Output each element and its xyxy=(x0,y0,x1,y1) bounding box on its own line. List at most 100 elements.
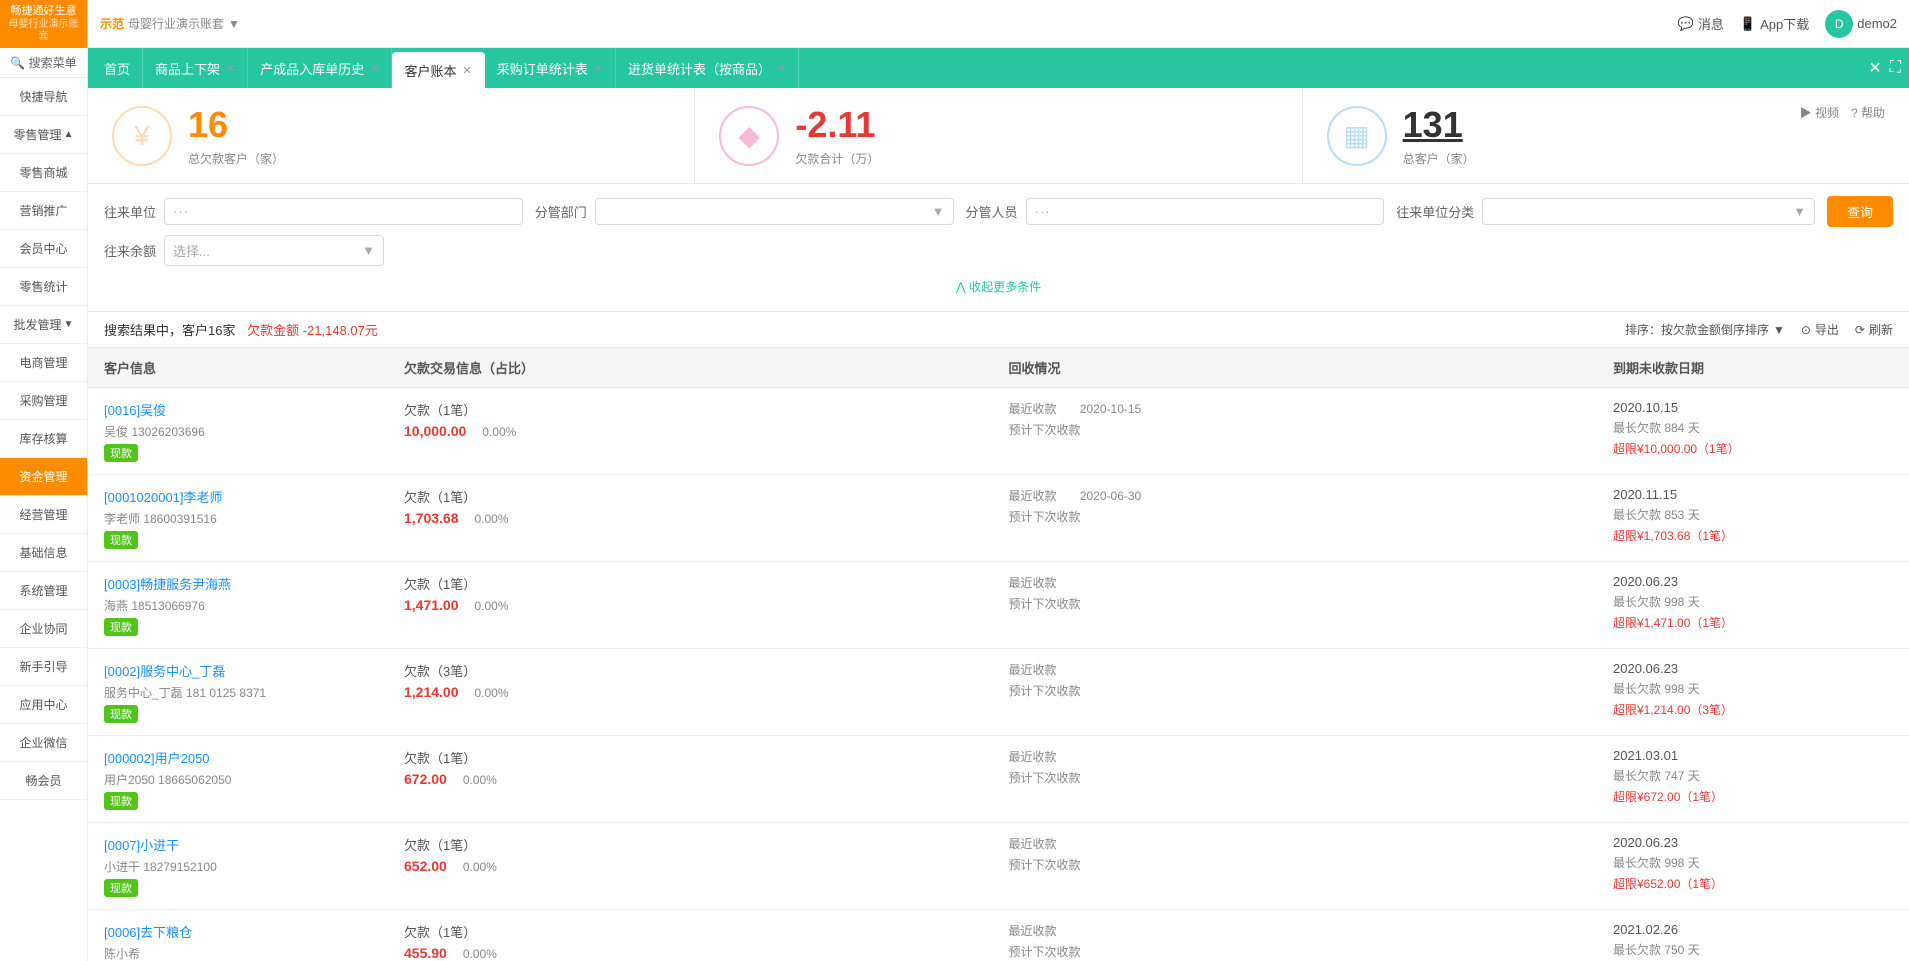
close-icon[interactable]: ✕ xyxy=(226,62,235,75)
overdue-0016: 2020.10.15 最长欠款 884 天 超限¥10,000.00（1笔） xyxy=(1613,400,1893,457)
sidebar-item-newbie[interactable]: 新手引导 xyxy=(0,648,87,686)
sort-label[interactable]: 排序：按欠款金额倒序排序 ▼ xyxy=(1625,321,1785,338)
result-debt-total: 欠款金额 -21,148.07元 xyxy=(247,323,378,338)
overdue-amount-0007[interactable]: 超限¥652.00（1笔） xyxy=(1613,875,1893,892)
recent-collect-0003: 最近收款 xyxy=(1009,574,1614,591)
sidebar: 畅捷通好生意 母婴行业演示账套 🔍 搜索菜单 快捷导航 零售管理 ▲ 零售商城 … xyxy=(0,0,88,961)
sidebar-item-ecom-mgmt[interactable]: 电商管理 xyxy=(0,344,87,382)
tabs-expand-icon[interactable]: ⛶ xyxy=(1890,59,1901,77)
search-menu[interactable]: 🔍 搜索菜单 xyxy=(0,48,87,78)
tab-purchase-order-stats[interactable]: 采购订单统计表 ✕ xyxy=(485,48,616,88)
debt-percent-0007: 0.00% xyxy=(463,860,497,874)
debt-percent-0006: 0.00% xyxy=(463,947,497,961)
sidebar-item-retail-mgmt[interactable]: 零售管理 ▲ xyxy=(0,116,87,154)
sidebar-item-app-center[interactable]: 应用中心 xyxy=(0,686,87,724)
overdue-days-0006: 最长欠款 750 天 xyxy=(1613,941,1893,958)
sidebar-item-biz-mgmt[interactable]: 经营管理 xyxy=(0,496,87,534)
filter-manager-input[interactable]: ··· xyxy=(1026,198,1385,225)
search-button[interactable]: 查询 xyxy=(1827,196,1893,227)
export-btn[interactable]: ⊙ 导出 xyxy=(1801,321,1839,338)
close-icon-purchase[interactable]: ✕ xyxy=(594,62,603,75)
customer-phone-0002: 服务中心_丁磊 181 0125 8371 xyxy=(104,684,404,701)
tab-home[interactable]: 首页 xyxy=(92,48,143,88)
customer-name-0016[interactable]: [0016]吴俊 xyxy=(104,400,404,419)
filter-balance-select[interactable]: 选择... ▼ xyxy=(164,235,384,266)
filter-dept: 分管部门 ▼ xyxy=(535,198,954,225)
filter-from-unit-label: 往来单位 xyxy=(104,202,156,221)
filter-row-1: 往来单位 ··· 分管部门 ▼ 分管人员 ··· 往来单位分类 xyxy=(104,196,1893,227)
chevron-down-balance: ▼ xyxy=(362,243,375,258)
collapse-icon: ⋀ xyxy=(956,280,966,294)
close-icon-purchase2[interactable]: ✕ xyxy=(777,62,786,75)
customer-name-0003[interactable]: [0003]畅捷服务尹海燕 xyxy=(104,574,404,593)
overdue-amount-0003[interactable]: 超限¥1,471.00（1笔） xyxy=(1613,614,1893,631)
customer-name-0002[interactable]: [0002]服务中心_丁磊 xyxy=(104,661,404,680)
refresh-label: 刷新 xyxy=(1869,321,1893,338)
tabs-bar-right: ✕ ⛶ xyxy=(1868,58,1909,78)
sidebar-item-vip[interactable]: 畅会员 xyxy=(0,762,87,800)
help-btn[interactable]: ? 帮助 xyxy=(1851,104,1885,121)
sidebar-item-inventory[interactable]: 库存核算 xyxy=(0,420,87,458)
overdue-days-0002: 最长欠款 998 天 xyxy=(1613,680,1893,697)
customer-phone-0006: 陈小希 xyxy=(104,945,404,961)
app-logo: 畅捷通好生意 母婴行业演示账套 xyxy=(0,0,87,48)
overdue-amount-00010200001[interactable]: 超限¥1,703.68（1笔） xyxy=(1613,527,1893,544)
video-btn[interactable]: ▶ 视频 xyxy=(1800,104,1839,121)
refresh-btn[interactable]: ⟳ 刷新 xyxy=(1855,321,1893,338)
overdue-amount-0002[interactable]: 超限¥1,214.00（3笔） xyxy=(1613,701,1893,718)
customer-phone-00010200001: 李老师 18600391516 xyxy=(104,510,404,527)
tab-inventory-history[interactable]: 产成品入库单历史 ✕ xyxy=(248,48,392,88)
overdue-amount-0016[interactable]: 超限¥10,000.00（1笔） xyxy=(1613,440,1893,457)
sidebar-item-enterprise[interactable]: 企业协同 xyxy=(0,610,87,648)
debt-percent-0002: 0.00% xyxy=(475,686,509,700)
debt-amount-0002: 1,214.00 xyxy=(404,684,459,700)
overdue-amount-000002[interactable]: 超限¥672.00（1笔） xyxy=(1613,788,1893,805)
debt-amount-0003: 1,471.00 xyxy=(404,597,459,613)
result-text: 搜索结果中，客户16家 欠款金额 -21,148.07元 xyxy=(104,320,378,339)
debt-count-0007: 欠款（1笔） xyxy=(404,835,1009,854)
customer-name-0006[interactable]: [0006]去下粮仓 xyxy=(104,922,404,941)
filter-unit-category-input[interactable]: ▼ xyxy=(1482,198,1815,225)
filter-from-unit-input[interactable]: ··· xyxy=(164,198,523,225)
tab-product-listing[interactable]: 商品上下架 ✕ xyxy=(143,48,248,88)
collapse-button[interactable]: ⋀ 收起更多条件 xyxy=(104,274,1893,299)
customer-tag-0016: 现款 xyxy=(104,444,138,462)
tabs-close-all-icon[interactable]: ✕ xyxy=(1868,58,1881,78)
customer-name-000002[interactable]: [000002]用户2050 xyxy=(104,748,404,767)
customer-phone-0003: 海燕 18513066976 xyxy=(104,597,404,614)
table-header: 客户信息 欠款交易信息（占比） 回收情况 到期未收款日期 xyxy=(88,348,1909,388)
message-btn[interactable]: 💬 消息 xyxy=(1678,14,1724,33)
sidebar-item-marketing[interactable]: 营销推广 xyxy=(0,192,87,230)
debt-count-0006: 欠款（1笔） xyxy=(404,922,1009,941)
stat-card-total-customers: ▦ 131 总客户（家） ▶ 视频 ? 帮助 xyxy=(1303,88,1909,183)
tab-home-label: 首页 xyxy=(104,59,130,78)
sidebar-item-retail-stats[interactable]: 零售统计 xyxy=(0,268,87,306)
debt-count-0002: 欠款（3笔） xyxy=(404,661,1009,680)
filter-dept-input[interactable]: ▼ xyxy=(595,198,954,225)
user-avatar[interactable]: D demo2 xyxy=(1825,10,1897,38)
customer-info-000002: [000002]用户2050 用户2050 18665062050 现款 xyxy=(104,748,404,810)
debt-count-0016: 欠款（1笔） xyxy=(404,400,1009,419)
sidebar-item-quick-nav-label: 快捷导航 xyxy=(19,90,67,104)
tab-customer-account[interactable]: 客户账本 ✕ xyxy=(392,52,484,88)
customer-name-0007[interactable]: [0007]小进干 xyxy=(104,835,404,854)
app-download-btn[interactable]: 📱 App下载 xyxy=(1740,14,1809,33)
close-icon-customer[interactable]: ✕ xyxy=(463,64,472,77)
collection-0016: 最近收款 2020-10-15 预计下次收款 xyxy=(1009,400,1614,438)
sidebar-item-purchase-mgmt[interactable]: 采购管理 xyxy=(0,382,87,420)
overdue-days-0007: 最长欠款 998 天 xyxy=(1613,854,1893,871)
close-icon-inventory[interactable]: ✕ xyxy=(370,62,379,75)
stat-icon-building: ▦ xyxy=(1327,106,1387,166)
sidebar-item-sys-mgmt[interactable]: 系统管理 xyxy=(0,572,87,610)
sidebar-item-batch-mgmt[interactable]: 批发管理 ▼ xyxy=(0,306,87,344)
sidebar-item-finance[interactable]: 资金管理 xyxy=(0,458,87,496)
sidebar-item-retail-mall[interactable]: 零售商城 xyxy=(0,154,87,192)
customer-name-00010200001[interactable]: [0001020001]李老师 xyxy=(104,487,404,506)
sort-text: 排序：按欠款金额倒序排序 xyxy=(1625,321,1769,338)
sidebar-item-quick-nav[interactable]: 快捷导航 xyxy=(0,78,87,116)
sidebar-item-wechat[interactable]: 企业微信 xyxy=(0,724,87,762)
dropdown-icon[interactable]: ▼ xyxy=(228,17,240,31)
sidebar-item-member[interactable]: 会员中心 xyxy=(0,230,87,268)
sidebar-item-basic-info[interactable]: 基础信息 xyxy=(0,534,87,572)
tab-purchase-stats-product[interactable]: 进货单统计表（按商品） ✕ xyxy=(616,48,799,88)
